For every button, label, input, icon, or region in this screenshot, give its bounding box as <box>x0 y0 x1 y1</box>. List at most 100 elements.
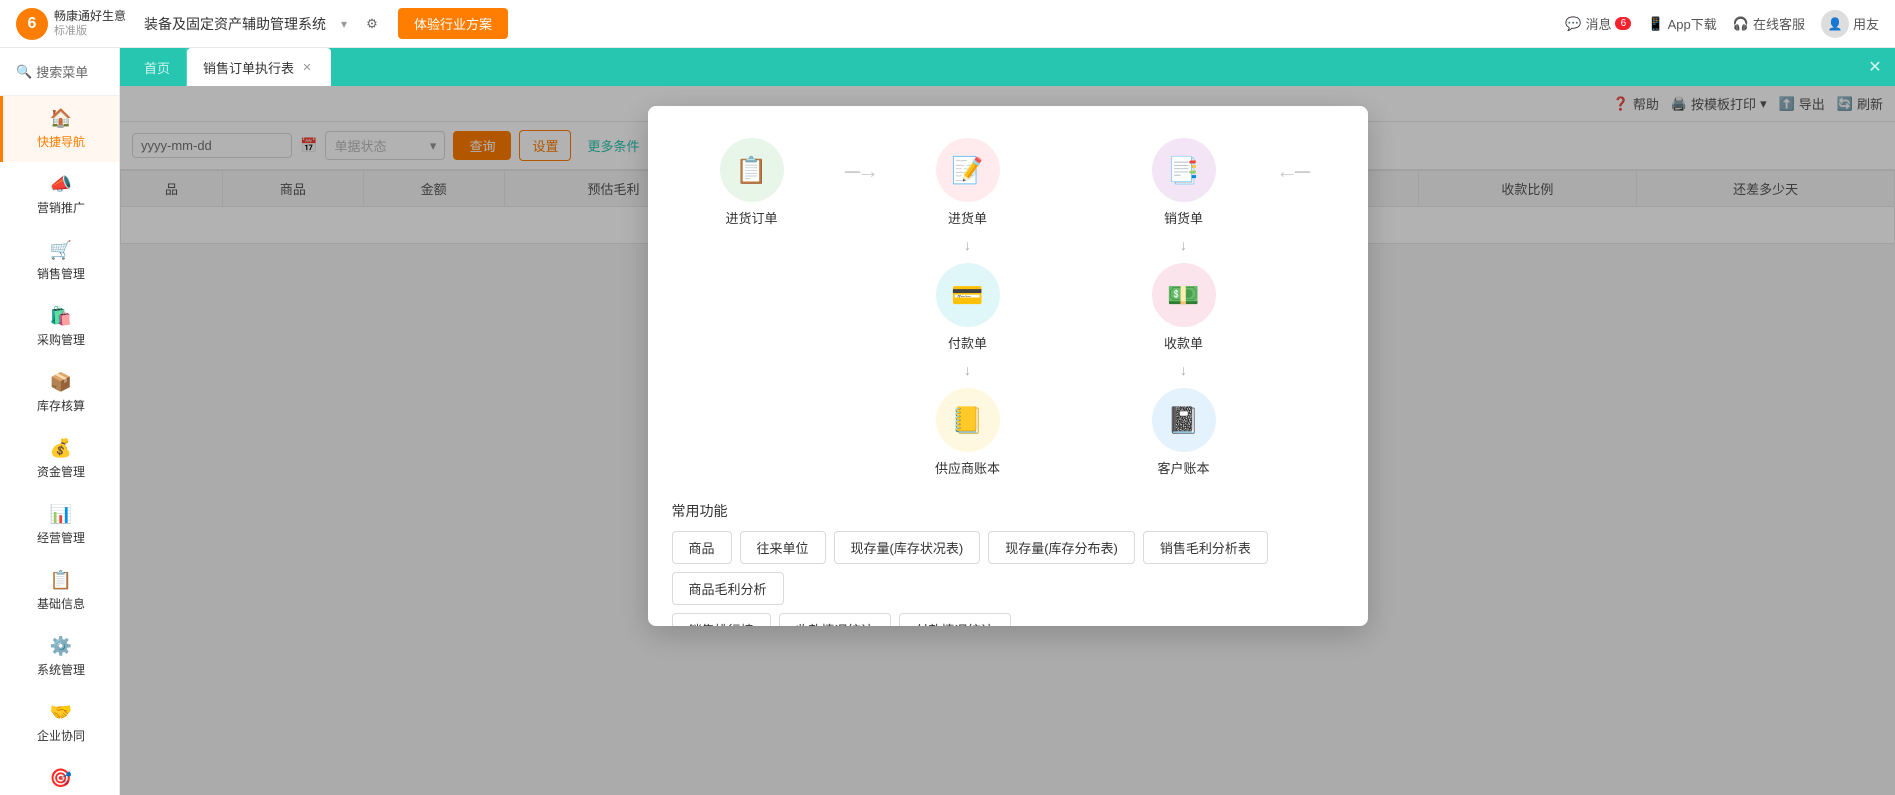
sidebar-item-label-purchase: 采购管理 <box>37 331 85 348</box>
quick-nav-icon: 🏠 <box>50 108 72 129</box>
logo-area: 6 畅康通好生意 标准版 <box>16 8 136 40</box>
sidebar-item-label-basic-info: 基础信息 <box>37 595 85 612</box>
common-functions-title: 常用功能 <box>672 501 1344 521</box>
topbar: 6 畅康通好生意 标准版 装备及固定资产辅助管理系统 ▾ ⚙ 体验行业方案 💬 … <box>0 0 1895 48</box>
arrow-down-payment: ↓ <box>964 360 971 380</box>
payment-slip-icon: 💳 <box>936 263 1000 327</box>
sidebar-item-label-operations: 经营管理 <box>37 529 85 546</box>
app-logo-icon: 6 <box>16 8 48 40</box>
finance-icon: 💰 <box>50 438 72 459</box>
topbar-right: 💬 消息 6 📱 App下载 🎧 在线客服 👤 用友 <box>1565 10 1879 38</box>
purchase-slip-icon: 📝 <box>936 138 1000 202</box>
system-dropdown-icon[interactable]: ▾ <box>334 14 354 34</box>
tabbar-close-button[interactable]: ✕ <box>1863 55 1887 79</box>
payment-slip-node: 💳 付款单 <box>888 255 1048 360</box>
search-icon: 🔍 <box>16 64 32 80</box>
func-btn-1[interactable]: 往来单位 <box>740 531 826 564</box>
sidebar: 🔍 搜索菜单 🏠 快捷导航 📣 营销推广 🛒 销售管理 🛍️ 采购管理 📦 库存… <box>0 48 120 795</box>
newbie-icon: 🎯 <box>50 768 72 789</box>
experience-button[interactable]: 体验行业方案 <box>398 8 508 39</box>
system-area: 装备及固定资产辅助管理系统 ▾ ⚙ 体验行业方案 <box>144 8 1565 39</box>
sidebar-item-inventory[interactable]: 📦 库存核算 <box>0 360 119 426</box>
sales-icon: 🛒 <box>50 240 72 261</box>
marketing-icon: 📣 <box>50 174 72 195</box>
sidebar-item-label-finance: 资金管理 <box>37 463 85 480</box>
tabbar: 首页 销售订单执行表 ✕ ✕ <box>120 48 1895 86</box>
headset-icon: 🎧 <box>1733 16 1749 32</box>
message-icon: 💬 <box>1565 16 1581 32</box>
supplier-ledger-label: 供应商账本 <box>935 458 1000 477</box>
sidebar-search-area[interactable]: 🔍 搜索菜单 <box>0 48 119 96</box>
sidebar-item-finance[interactable]: 💰 资金管理 <box>0 426 119 492</box>
tab-label-home: 首页 <box>144 58 170 77</box>
supplier-ledger-icon: 📒 <box>936 388 1000 452</box>
operations-icon: 📊 <box>50 504 72 525</box>
sidebar-item-label-inventory: 库存核算 <box>37 397 85 414</box>
sidebar-item-system[interactable]: ⚙️ 系统管理 <box>0 624 119 690</box>
customer-ledger-label: 客户账本 <box>1157 458 1209 477</box>
arrow-down-purchase: ↓ <box>964 235 971 255</box>
function-buttons-row1: 商品往来单位现存量(库存状况表)现存量(库存分布表)销售毛利分析表商品毛利分析 <box>672 531 1344 605</box>
online-service-button[interactable]: 🎧 在线客服 <box>1733 14 1805 33</box>
func-btn-0[interactable]: 商品 <box>672 531 732 564</box>
func-btn-2[interactable]: 现存量(库存状况表) <box>834 531 981 564</box>
receipt-slip-label: 收款单 <box>1164 333 1203 352</box>
sidebar-item-operations[interactable]: 📊 经营管理 <box>0 492 119 558</box>
sales-slip-label: 销货单 <box>1164 208 1203 227</box>
sales-slip-icon: 📑 <box>1152 138 1216 202</box>
sidebar-item-marketing[interactable]: 📣 营销推广 <box>0 162 119 228</box>
purchase-slip-node: 📝 进货单 <box>888 130 1048 235</box>
enterprise-icon: 🤝 <box>50 702 72 723</box>
inventory-icon: 📦 <box>50 372 72 393</box>
sales-order-node: 📄 销售订单 <box>1320 130 1368 235</box>
user-menu[interactable]: 👤 用友 <box>1821 10 1879 38</box>
supplier-ledger-node: 📒 供应商账本 <box>888 380 1048 485</box>
purchase-order-node: 📋 进货订单 <box>672 130 832 235</box>
sidebar-item-purchase[interactable]: 🛍️ 采购管理 <box>0 294 119 360</box>
arrow-down-sales: ↓ <box>1180 235 1187 255</box>
receipt-slip-icon: 💵 <box>1152 263 1216 327</box>
basic-info-icon: 📋 <box>50 570 72 591</box>
purchase-order-icon: 📋 <box>720 138 784 202</box>
func-btn-8[interactable]: 付款情况统计 <box>899 613 1011 626</box>
purchase-icon: 🛍️ <box>50 306 72 327</box>
tab-home[interactable]: 首页 <box>128 48 187 86</box>
sales-slip-node: 📑 销货单 <box>1104 130 1264 235</box>
flow-modal: 📋 进货订单 ----→ 📝 进货单 📑 销货单 ←---- 📄 销售订单 <box>648 106 1368 626</box>
message-badge: 6 <box>1615 17 1631 30</box>
sidebar-item-label-marketing: 营销推广 <box>37 199 85 216</box>
purchase-slip-label: 进货单 <box>948 208 987 227</box>
arrow-sales-order-to-slip: ←---- <box>1264 158 1320 208</box>
func-btn-6[interactable]: 销售排行榜 <box>672 613 771 626</box>
search-menu-button[interactable]: 🔍 搜索菜单 <box>8 58 111 85</box>
sidebar-item-label-enterprise: 企业协同 <box>37 727 85 744</box>
message-button[interactable]: 💬 消息 6 <box>1565 14 1631 33</box>
sidebar-item-sales[interactable]: 🛒 销售管理 <box>0 228 119 294</box>
tab-close-sales-exec[interactable]: ✕ <box>300 60 314 74</box>
system-icon: ⚙️ <box>50 636 72 657</box>
receipt-slip-node: 💵 收款单 <box>1104 255 1264 360</box>
gear-icon[interactable]: ⚙ <box>362 14 382 34</box>
purchase-order-label: 进货订单 <box>725 208 777 227</box>
customer-ledger-icon: 📓 <box>1152 388 1216 452</box>
sidebar-item-enterprise[interactable]: 🤝 企业协同 <box>0 690 119 756</box>
sidebar-item-label-sales: 销售管理 <box>37 265 85 282</box>
sidebar-item-label-quick-nav: 快捷导航 <box>37 133 85 150</box>
function-buttons-row2: 销售排行榜收款情况统计付款情况统计 <box>672 613 1344 626</box>
func-btn-7[interactable]: 收款情况统计 <box>779 613 891 626</box>
func-btn-3[interactable]: 现存量(库存分布表) <box>988 531 1135 564</box>
arrow-purchase-order-to-slip: ----→ <box>832 158 888 208</box>
sidebar-item-label-system: 系统管理 <box>37 661 85 678</box>
modal-overlay[interactable]: 📋 进货订单 ----→ 📝 进货单 📑 销货单 ←---- 📄 销售订单 <box>120 86 1895 795</box>
sidebar-item-newbie[interactable]: 🎯 新手引导 <box>0 756 119 795</box>
tab-sales-exec[interactable]: 销售订单执行表 ✕ <box>187 48 331 86</box>
download-icon: 📱 <box>1647 16 1663 32</box>
func-btn-4[interactable]: 销售毛利分析表 <box>1143 531 1268 564</box>
tab-label-sales-exec: 销售订单执行表 <box>203 58 294 77</box>
user-avatar: 👤 <box>1821 10 1849 38</box>
sidebar-item-quick-nav[interactable]: 🏠 快捷导航 <box>0 96 119 162</box>
customer-ledger-node: 📓 客户账本 <box>1104 380 1264 485</box>
app-download-button[interactable]: 📱 App下载 <box>1647 14 1716 33</box>
func-btn-5[interactable]: 商品毛利分析 <box>672 572 784 605</box>
sidebar-item-basic-info[interactable]: 📋 基础信息 <box>0 558 119 624</box>
